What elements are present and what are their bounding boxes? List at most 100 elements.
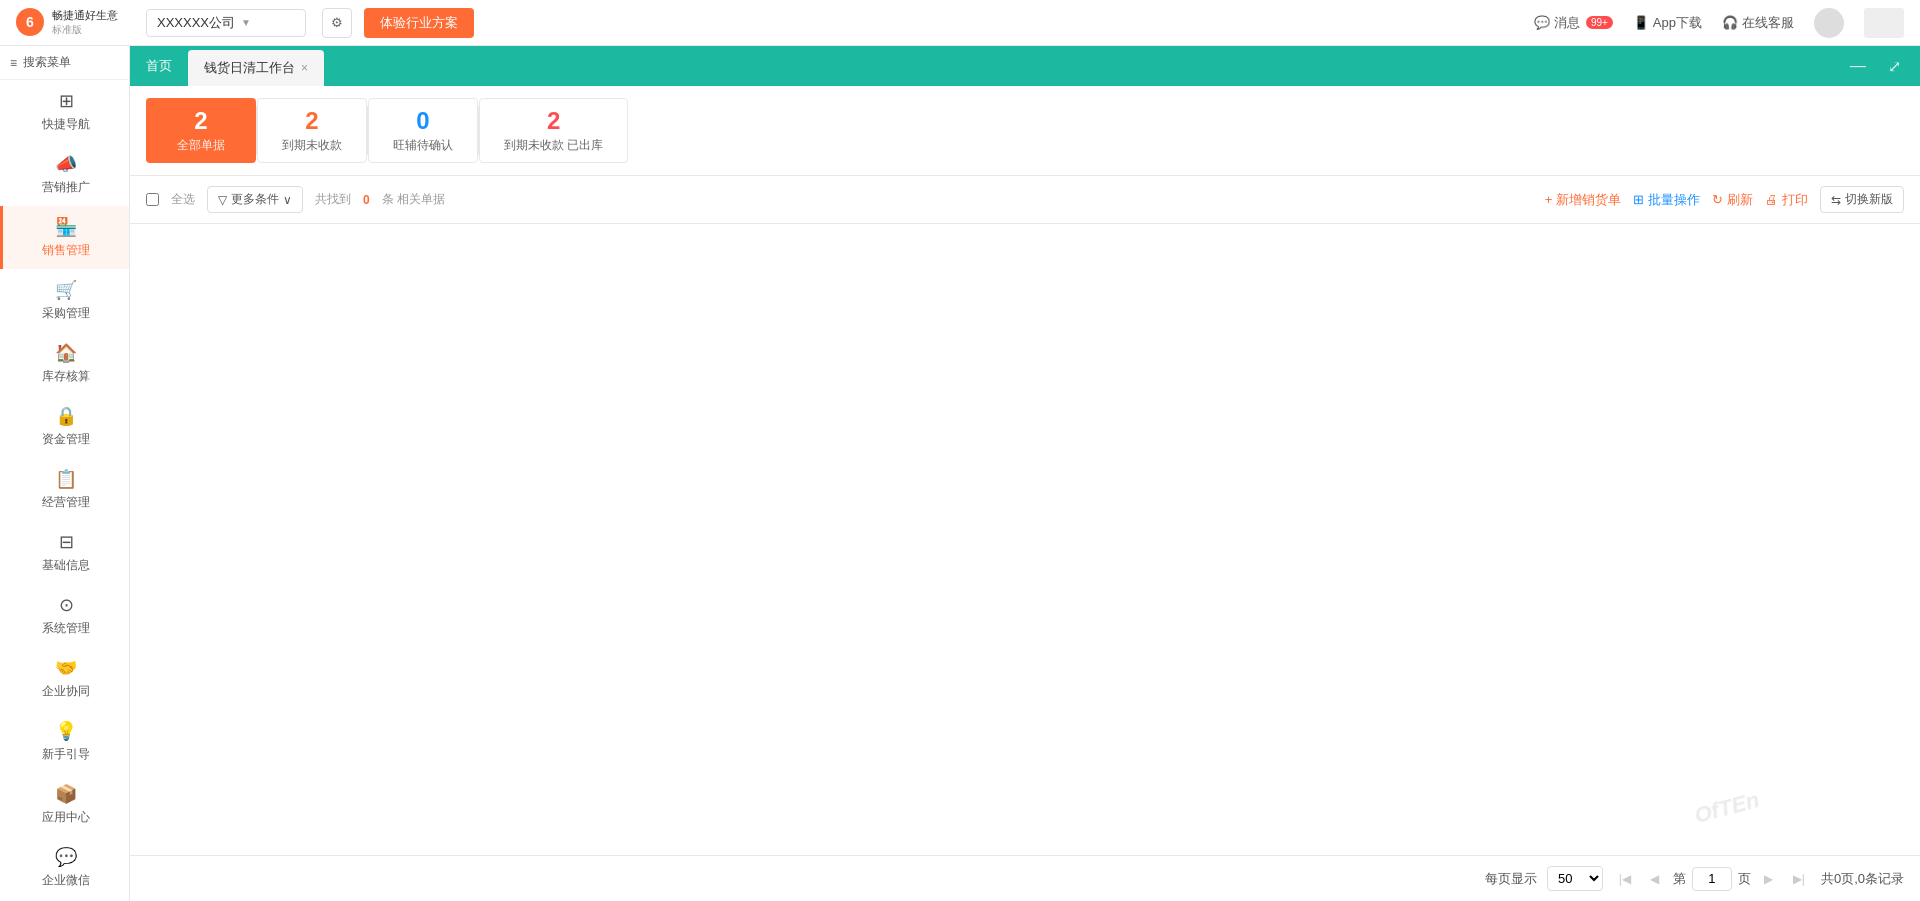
sidebar-item-label-wechat: 企业微信 [42, 872, 90, 889]
stat-label-all: 全部单据 [177, 137, 225, 154]
tab-close-icon[interactable]: × [301, 61, 308, 75]
sidebar-item-enterprise[interactable]: 🤝 企业协同 [0, 647, 129, 710]
select-all-checkbox[interactable] [146, 193, 159, 206]
per-page-label: 每页显示 [1485, 870, 1537, 888]
tab-active[interactable]: 钱货日清工作台 × [188, 50, 324, 86]
operations-icon: 📋 [55, 468, 77, 490]
avatar[interactable] [1814, 8, 1844, 38]
sidebar-item-label-purchase: 采购管理 [42, 305, 90, 322]
switch-label: 切换新版 [1845, 191, 1893, 208]
page-label-end: 页 [1738, 870, 1751, 888]
search-menu[interactable]: ≡ 搜索菜单 [0, 46, 129, 80]
headset-icon: 🎧 [1722, 15, 1738, 30]
print-button[interactable]: 🖨 打印 [1765, 191, 1808, 209]
message-icon: 💬 [1534, 15, 1550, 30]
wechat-icon: 💬 [55, 846, 77, 868]
page-label: 第 [1673, 870, 1686, 888]
prev-page-button[interactable]: ◀ [1643, 867, 1667, 891]
trial-button[interactable]: 体验行业方案 [364, 8, 474, 38]
print-label: 打印 [1782, 191, 1808, 209]
app-title: 畅捷通好生意 [52, 8, 118, 22]
page-nav: |◀ ◀ 第 页 ▶ ▶| [1613, 867, 1811, 891]
plus-icon: + 新增销货单 [1545, 191, 1621, 209]
sales-icon: 🏪 [55, 216, 77, 238]
sidebar-item-label-quick-nav: 快捷导航 [42, 116, 90, 133]
phone-icon: 📱 [1633, 15, 1649, 30]
last-page-button[interactable]: ▶| [1787, 867, 1811, 891]
sidebar: ≡ 搜索菜单 ⊞ 快捷导航 📣 营销推广 🏪 销售管理 🛒 采购管理 🏠 库存核… [0, 46, 130, 901]
sidebar-item-system[interactable]: ⊙ 系统管理 [0, 584, 129, 647]
stat-label-overdue: 到期未收款 [282, 137, 342, 154]
pagination-bar: 每页显示 10 20 50 100 |◀ ◀ 第 页 ▶ ▶| 共0页,0条记录 [130, 855, 1920, 901]
sidebar-item-inventory[interactable]: 🏠 库存核算 [0, 332, 129, 395]
finance-icon: 🔒 [55, 405, 77, 427]
chevron-down-icon: ∨ [283, 193, 292, 207]
company-selector[interactable]: XXXXXX公司 ▼ [146, 9, 306, 37]
batch-label: 批量操作 [1648, 191, 1700, 209]
search-menu-label: 搜索菜单 [23, 54, 71, 71]
app-subtitle: 标准版 [52, 23, 118, 37]
content-area: 首页 钱货日清工作台 × — ⤢ 2 全部单据 2 [130, 46, 1920, 901]
sidebar-item-basics[interactable]: ⊟ 基础信息 [0, 521, 129, 584]
stat-number-pending: 0 [416, 107, 429, 135]
purchase-icon: 🛒 [55, 279, 77, 301]
refresh-icon: ↻ [1712, 192, 1723, 207]
batch-operation-button[interactable]: ⊞ 批量操作 [1633, 191, 1700, 209]
stat-card-overdue-shipped[interactable]: 2 到期未收款 已出库 [479, 98, 628, 163]
settings-button[interactable]: ⚙ [322, 8, 352, 38]
switch-icon: ⇆ [1831, 193, 1841, 207]
first-page-button[interactable]: |◀ [1613, 867, 1637, 891]
page-content: 2 全部单据 2 到期未收款 0 旺辅待确认 2 到期未收款 已出库 [130, 86, 1920, 901]
refresh-button[interactable]: ↻ 刷新 [1712, 191, 1753, 209]
sidebar-item-label-system: 系统管理 [42, 620, 90, 637]
switch-new-version-button[interactable]: ⇆ 切换新版 [1820, 186, 1904, 213]
message-button[interactable]: 💬 消息 99+ [1534, 14, 1613, 32]
stat-number-overdue-shipped: 2 [547, 107, 560, 135]
header-right: 💬 消息 99+ 📱 App下载 🎧 在线客服 [1534, 8, 1904, 38]
next-page-button[interactable]: ▶ [1757, 867, 1781, 891]
refresh-label: 刷新 [1727, 191, 1753, 209]
stat-card-all[interactable]: 2 全部单据 [146, 98, 256, 163]
sidebar-item-wechat[interactable]: 💬 企业微信 [0, 836, 129, 899]
filter-icon: ▽ [218, 193, 227, 207]
sidebar-item-label-sales: 销售管理 [42, 242, 90, 259]
filter-button[interactable]: ▽ 更多条件 ∨ [207, 186, 303, 213]
sidebar-item-finance[interactable]: 🔒 资金管理 [0, 395, 129, 458]
toolbar-right: + 新增销货单 ⊞ 批量操作 ↻ 刷新 🖨 打印 ⇆ [1545, 186, 1904, 213]
sidebar-item-operations[interactable]: 📋 经营管理 [0, 458, 129, 521]
page-input[interactable] [1692, 867, 1732, 891]
stat-card-pending[interactable]: 0 旺辅待确认 [368, 98, 478, 163]
sidebar-item-label-inventory: 库存核算 [42, 368, 90, 385]
per-page-select[interactable]: 10 20 50 100 [1547, 866, 1603, 891]
enterprise-icon: 🤝 [55, 657, 77, 679]
message-label: 消息 [1554, 14, 1580, 32]
add-sales-order-button[interactable]: + 新增销货单 [1545, 191, 1621, 209]
guide-icon: 💡 [55, 720, 77, 742]
sidebar-item-label-marketing: 营销推广 [42, 179, 90, 196]
app-download-button[interactable]: 📱 App下载 [1633, 14, 1702, 32]
sidebar-item-label-enterprise: 企业协同 [42, 683, 90, 700]
sidebar-item-sales[interactable]: 🏪 销售管理 [0, 206, 129, 269]
marketing-icon: 📣 [55, 153, 77, 175]
company-name: XXXXXX公司 [157, 14, 235, 32]
sidebar-item-marketing[interactable]: 📣 营销推广 [0, 143, 129, 206]
sidebar-item-appcenter[interactable]: 📦 应用中心 [0, 773, 129, 836]
stat-card-overdue[interactable]: 2 到期未收款 [257, 98, 367, 163]
appcenter-icon: 📦 [55, 783, 77, 805]
top-header: 6 畅捷通好生意 标准版 XXXXXX公司 ▼ ⚙ 体验行业方案 💬 消息 99… [0, 0, 1920, 46]
sidebar-item-purchase[interactable]: 🛒 采购管理 [0, 269, 129, 332]
sidebar-item-label-operations: 经营管理 [42, 494, 90, 511]
stat-label-overdue-shipped: 到期未收款 已出库 [504, 137, 603, 154]
select-all-label: 全选 [171, 191, 195, 208]
tab-expand-button[interactable]: ⤢ [1880, 52, 1908, 80]
tab-minimize-button[interactable]: — [1844, 52, 1872, 80]
batch-icon: ⊞ [1633, 192, 1644, 207]
tab-home[interactable]: 首页 [130, 46, 188, 86]
online-service-button[interactable]: 🎧 在线客服 [1722, 14, 1794, 32]
stat-label-pending: 旺辅待确认 [393, 137, 453, 154]
sidebar-item-quick-nav[interactable]: ⊞ 快捷导航 [0, 80, 129, 143]
username [1864, 8, 1904, 38]
header-mid: ⚙ 体验行业方案 [306, 8, 1534, 38]
filter-label: 更多条件 [231, 191, 279, 208]
sidebar-item-guide[interactable]: 💡 新手引导 [0, 710, 129, 773]
